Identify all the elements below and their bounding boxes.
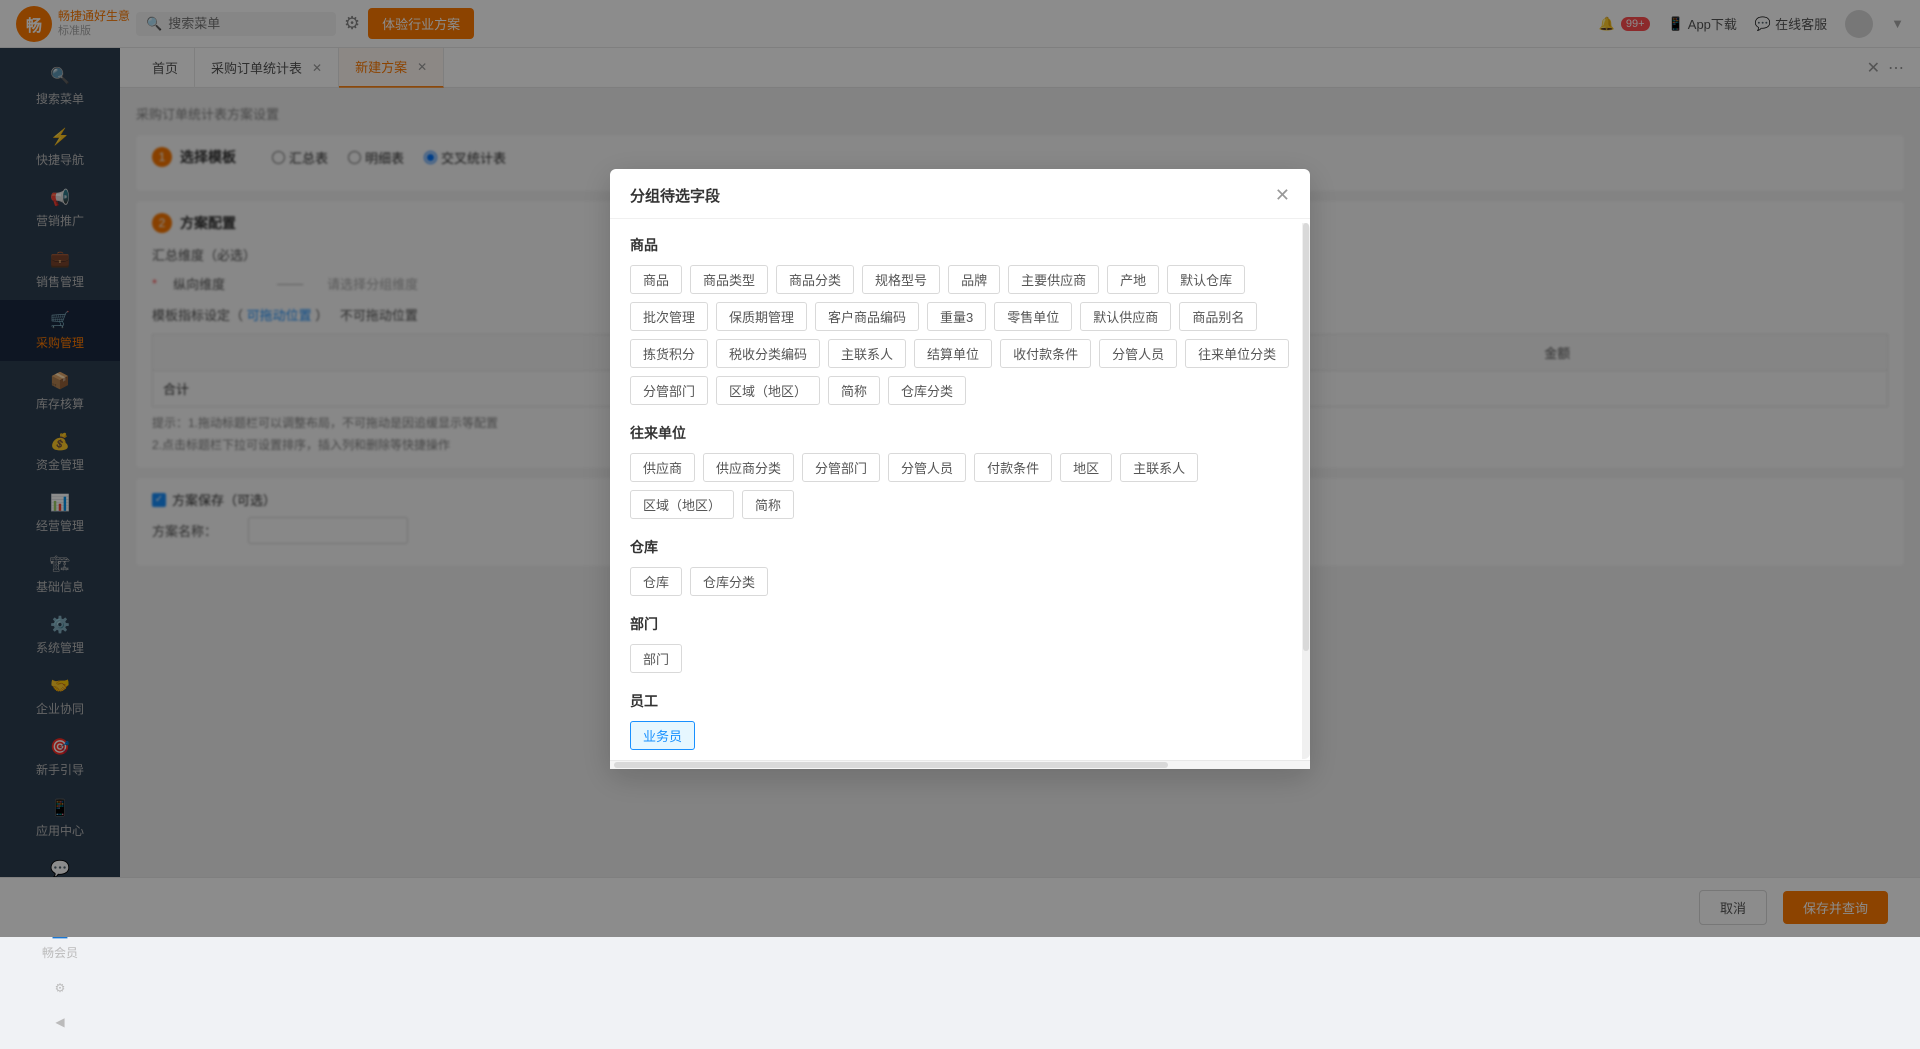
field-tag[interactable]: 商品分类: [776, 265, 854, 294]
field-tag[interactable]: 分管人员: [1099, 339, 1177, 368]
sidebar-item-label: 畅会员: [42, 944, 78, 961]
modal-close-btn[interactable]: ✕: [1275, 185, 1290, 206]
field-tag[interactable]: 供应商分类: [703, 453, 794, 482]
section-employee-title: 员工: [630, 691, 1290, 711]
field-tag[interactable]: 主联系人: [1120, 453, 1198, 482]
field-tag[interactable]: 保质期管理: [716, 302, 807, 331]
warehouse-fields: 仓库 仓库分类: [630, 567, 1290, 596]
collapse-icon: ◀: [55, 1015, 64, 1029]
section-department-title: 部门: [630, 614, 1290, 634]
field-tag[interactable]: 地区: [1060, 453, 1112, 482]
settings-icon: ⚙: [55, 981, 66, 995]
field-tag[interactable]: 仓库: [630, 567, 682, 596]
sidebar-bottom: ⚙ ◀: [0, 971, 120, 1049]
field-tag[interactable]: 重量3: [927, 302, 986, 331]
modal-dialog: 分组待选字段 ✕ 商品 商品 商品类型 商品分类 规格型号 品牌 主要供应商 产…: [610, 169, 1310, 769]
employee-fields: 业务员: [630, 721, 1290, 750]
section-warehouse: 仓库 仓库 仓库分类: [630, 537, 1290, 596]
field-tag[interactable]: 区域（地区）: [630, 490, 734, 519]
field-tag[interactable]: 主联系人: [828, 339, 906, 368]
field-tag[interactable]: 商品: [630, 265, 682, 294]
sidebar-settings[interactable]: ⚙: [0, 971, 120, 1005]
field-tag[interactable]: 区域（地区）: [716, 376, 820, 405]
field-tag[interactable]: 供应商: [630, 453, 695, 482]
hscroll-thumb[interactable]: [614, 762, 1168, 768]
section-warehouse-title: 仓库: [630, 537, 1290, 557]
section-partner-title: 往来单位: [630, 423, 1290, 443]
field-tag[interactable]: 品牌: [948, 265, 1000, 294]
section-product: 商品 商品 商品类型 商品分类 规格型号 品牌 主要供应商 产地 默认仓库 批次…: [630, 235, 1290, 405]
field-tag[interactable]: 默认供应商: [1080, 302, 1171, 331]
section-partner: 往来单位 供应商 供应商分类 分管部门 分管人员 付款条件 地区 主联系人 区域…: [630, 423, 1290, 519]
modal-vscrollbar-track[interactable]: [1302, 223, 1310, 759]
modal-title: 分组待选字段: [630, 185, 720, 206]
field-tag[interactable]: 税收分类编码: [716, 339, 820, 368]
field-tag[interactable]: 部门: [630, 644, 682, 673]
field-tag[interactable]: 仓库分类: [888, 376, 966, 405]
field-tag[interactable]: 规格型号: [862, 265, 940, 294]
field-tag[interactable]: 商品类型: [690, 265, 768, 294]
section-employee: 员工 业务员: [630, 691, 1290, 750]
field-tag[interactable]: 商品别名: [1179, 302, 1257, 331]
field-tag[interactable]: 批次管理: [630, 302, 708, 331]
product-fields: 商品 商品类型 商品分类 规格型号 品牌 主要供应商 产地 默认仓库 批次管理 …: [630, 265, 1290, 405]
vscroll-thumb[interactable]: [1303, 223, 1309, 652]
field-tag[interactable]: 拣货积分: [630, 339, 708, 368]
modal-hscrollbar[interactable]: [610, 760, 1310, 768]
sidebar-collapse[interactable]: ◀: [0, 1005, 120, 1039]
modal-header: 分组待选字段 ✕: [610, 169, 1310, 219]
field-tag[interactable]: 收付款条件: [1000, 339, 1091, 368]
department-fields: 部门: [630, 644, 1290, 673]
modal-body[interactable]: 商品 商品 商品类型 商品分类 规格型号 品牌 主要供应商 产地 默认仓库 批次…: [610, 219, 1310, 761]
field-tag-employee[interactable]: 业务员: [630, 721, 695, 750]
section-product-title: 商品: [630, 235, 1290, 255]
field-tag[interactable]: 客户商品编码: [815, 302, 919, 331]
field-tag[interactable]: 仓库分类: [690, 567, 768, 596]
field-tag[interactable]: 分管部门: [802, 453, 880, 482]
partner-fields: 供应商 供应商分类 分管部门 分管人员 付款条件 地区 主联系人 区域（地区） …: [630, 453, 1290, 519]
field-tag[interactable]: 结算单位: [914, 339, 992, 368]
field-tag[interactable]: 往来单位分类: [1185, 339, 1289, 368]
field-tag[interactable]: 产地: [1107, 265, 1159, 294]
field-tag[interactable]: 零售单位: [994, 302, 1072, 331]
field-tag[interactable]: 主要供应商: [1008, 265, 1099, 294]
section-department: 部门 部门: [630, 614, 1290, 673]
field-tag[interactable]: 简称: [828, 376, 880, 405]
field-tag[interactable]: 分管人员: [888, 453, 966, 482]
field-tag[interactable]: 分管部门: [630, 376, 708, 405]
field-tag[interactable]: 简称: [742, 490, 794, 519]
field-tag[interactable]: 默认仓库: [1167, 265, 1245, 294]
field-tag[interactable]: 付款条件: [974, 453, 1052, 482]
modal-overlay: 分组待选字段 ✕ 商品 商品 商品类型 商品分类 规格型号 品牌 主要供应商 产…: [0, 0, 1920, 937]
